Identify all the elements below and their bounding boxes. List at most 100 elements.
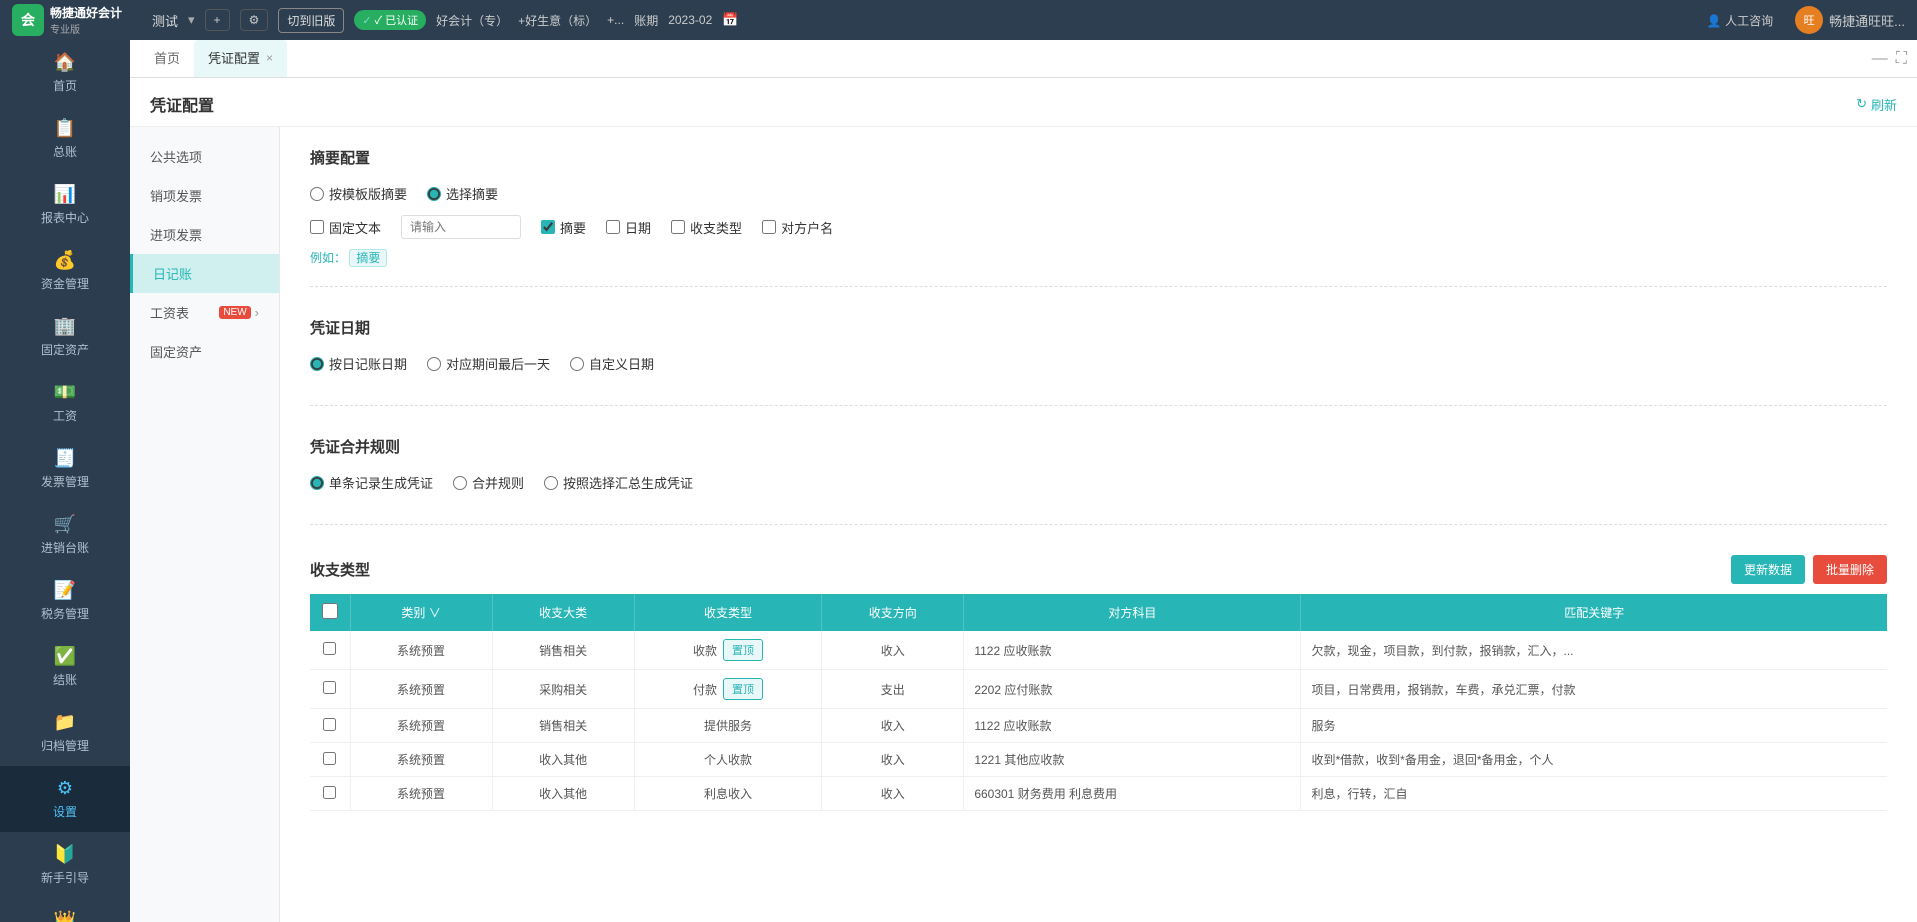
sidebar-item-salary[interactable]: 💵 工资 xyxy=(0,370,130,436)
sidebar-item-newguide[interactable]: 🔰 新手引导 xyxy=(0,832,130,898)
top-bar: 会 畅捷通好会计 专业版 测试 ▾ + ⚙ 切到旧版 ✓ ✓ 已认证 好会计（专… xyxy=(0,0,1917,40)
row-direction-3: 收入 xyxy=(822,743,964,777)
switch-old-button[interactable]: 切到旧版 xyxy=(278,8,344,33)
minimize-button[interactable]: — xyxy=(1872,50,1888,68)
more-tag: +... xyxy=(607,13,624,27)
config-nav-journal[interactable]: 日记账 xyxy=(130,254,279,293)
checkbox-summary[interactable]: 摘要 xyxy=(541,218,586,237)
ledger-icon: 📋 xyxy=(54,118,76,139)
sidebar-label-reports: 报表中心 xyxy=(41,209,89,226)
content-area: 首页 凭证配置 × — ⛶ 凭证配置 ↻ 刷新 公共选项 销项发票 xyxy=(130,40,1917,922)
table-row: 系统预置 收入其他 个人收款 收入 1221 其他应收款 收到*借款，收到*备用… xyxy=(310,743,1887,777)
merge-radio-merge[interactable]: 合并规则 xyxy=(453,473,524,492)
checkbox-paytype[interactable]: 收支类型 xyxy=(671,218,742,237)
table-header-checkbox[interactable] xyxy=(310,594,350,631)
merge-radio-summary-gen[interactable]: 按照选择汇总生成凭证 xyxy=(544,473,693,492)
config-nav-fixedassets[interactable]: 固定资产 xyxy=(130,332,279,371)
sidebar-item-member[interactable]: 👑 畅会员 xyxy=(0,898,130,922)
tax-icon: 📝 xyxy=(54,580,76,601)
tab-config[interactable]: 凭证配置 × xyxy=(194,40,287,77)
summary-radio-select[interactable]: 选择摘要 xyxy=(427,184,498,203)
tab-close-icon[interactable]: × xyxy=(266,51,273,65)
sidebar-label-tax: 税务管理 xyxy=(41,605,89,622)
checkbox-counterparty[interactable]: 对方户名 xyxy=(762,218,833,237)
sidebar-item-ledger[interactable]: 📋 总账 xyxy=(0,106,130,172)
row-checkbox-2[interactable] xyxy=(323,718,336,731)
reports-icon: 📊 xyxy=(54,184,76,205)
sidebar-label-purchase: 进销台账 xyxy=(41,539,89,556)
summary-radio-template[interactable]: 按模板版摘要 xyxy=(310,184,407,203)
payment-section-title: 收支类型 xyxy=(310,559,370,580)
checkbox-date[interactable]: 日期 xyxy=(606,218,651,237)
row-checkbox-4[interactable] xyxy=(323,786,336,799)
config-nav-sales[interactable]: 销项发票 xyxy=(130,176,279,215)
example-row: 例如： 摘要 xyxy=(310,249,1887,266)
user-info[interactable]: 旺 畅捷通旺旺... xyxy=(1795,6,1905,34)
row-checkbox-3[interactable] xyxy=(323,752,336,765)
date-radio-period-last[interactable]: 对应期间最后一天 xyxy=(427,354,550,373)
row-keyword-2: 服务 xyxy=(1301,709,1887,743)
settings-button[interactable]: ⚙ xyxy=(240,9,269,31)
checkbox-fixed-text[interactable]: 固定文本 xyxy=(310,218,381,237)
fixed-text-input[interactable] xyxy=(401,215,521,239)
payroll-badge: NEW xyxy=(219,306,250,319)
row-checkbox-0[interactable] xyxy=(323,642,336,655)
logo-icon: 会 xyxy=(12,4,44,36)
row-account-3: 1221 其他应收款 xyxy=(964,743,1301,777)
page-header: 凭证配置 ↻ 刷新 xyxy=(130,78,1917,127)
date-section: 凭证日期 按日记账日期 对应期间最后一天 自定义日期 xyxy=(310,317,1887,406)
config-nav-purchase[interactable]: 进项发票 xyxy=(130,215,279,254)
dropdown-arrow[interactable]: ▾ xyxy=(188,12,195,28)
row-keyword-0: 欠款，现金，项目款，到付款，报销款，汇入，... xyxy=(1301,631,1887,670)
sidebar-label-archive: 归档管理 xyxy=(41,737,89,754)
biz-tag: +好生意（标） xyxy=(518,12,597,29)
accounting-tag: 好会计（专） xyxy=(436,12,508,29)
row-account-0: 1122 应收账款 xyxy=(964,631,1301,670)
row-category-4: 系统预置 xyxy=(350,777,492,811)
merge-radio-single[interactable]: 单条记录生成凭证 xyxy=(310,473,433,492)
update-data-button[interactable]: 更新数据 xyxy=(1731,555,1805,584)
config-nav-payroll[interactable]: 工资表 NEW › xyxy=(130,293,279,332)
sidebar-item-purchase[interactable]: 🛒 进销台账 xyxy=(0,502,130,568)
sidebar-item-settle[interactable]: ✅ 结账 xyxy=(0,634,130,700)
purchase-icon: 🛒 xyxy=(54,514,76,535)
sidebar-item-assets[interactable]: 🏢 固定资产 xyxy=(0,304,130,370)
config-nav-public[interactable]: 公共选项 xyxy=(130,137,279,176)
sidebar-item-tax[interactable]: 📝 税务管理 xyxy=(0,568,130,634)
tab-bar: 首页 凭证配置 × — ⛶ xyxy=(130,40,1917,78)
home-icon: 🏠 xyxy=(54,52,76,73)
refresh-icon: ↻ xyxy=(1856,96,1867,112)
user-name: 畅捷通旺旺... xyxy=(1829,11,1905,30)
refresh-button[interactable]: ↻ 刷新 xyxy=(1856,95,1897,114)
row-account-2: 1122 应收账款 xyxy=(964,709,1301,743)
sidebar-item-invoice[interactable]: 🧾 发票管理 xyxy=(0,436,130,502)
tab-home[interactable]: 首页 xyxy=(140,40,194,77)
calendar-icon[interactable]: 📅 xyxy=(722,12,738,28)
table-col-type: 收支类型 xyxy=(634,594,821,631)
sidebar-label-assets: 固定资产 xyxy=(41,341,89,358)
reset-button-1[interactable]: 置顶 xyxy=(723,678,763,700)
batch-delete-button[interactable]: 批量删除 xyxy=(1813,555,1887,584)
sidebar-item-home[interactable]: 🏠 首页 xyxy=(0,40,130,106)
maximize-button[interactable]: ⛶ xyxy=(1896,50,1907,68)
summary-checkboxes-row: 固定文本 摘要 日期 收支类型 xyxy=(310,215,1887,239)
sidebar-item-funds[interactable]: 💰 资金管理 xyxy=(0,238,130,304)
row-account-4: 660301 财务费用 利息费用 xyxy=(964,777,1301,811)
row-checkbox-1[interactable] xyxy=(323,681,336,694)
reset-button-0[interactable]: 置顶 xyxy=(723,639,763,661)
date-radio-custom[interactable]: 自定义日期 xyxy=(570,354,654,373)
funds-icon: 💰 xyxy=(54,250,76,271)
row-bigtype-2: 销售相关 xyxy=(492,709,634,743)
consult-button[interactable]: 👤 人工咨询 xyxy=(1699,9,1781,32)
row-bigtype-0: 销售相关 xyxy=(492,631,634,670)
date-radio-journal[interactable]: 按日记账日期 xyxy=(310,354,407,373)
sidebar-item-archive[interactable]: 📁 归档管理 xyxy=(0,700,130,766)
sidebar-item-settings[interactable]: ⚙ 设置 xyxy=(0,766,130,832)
table-col-direction: 收支方向 xyxy=(822,594,964,631)
row-account-1: 2202 应付账款 xyxy=(964,670,1301,709)
add-button[interactable]: + xyxy=(205,9,230,31)
row-keyword-4: 利息，行转，汇自 xyxy=(1301,777,1887,811)
sidebar-item-reports[interactable]: 📊 报表中心 xyxy=(0,172,130,238)
newguide-icon: 🔰 xyxy=(54,844,76,865)
table-row: 系统预置 采购相关 付款 置顶 支出 2202 应付账款 xyxy=(310,670,1887,709)
